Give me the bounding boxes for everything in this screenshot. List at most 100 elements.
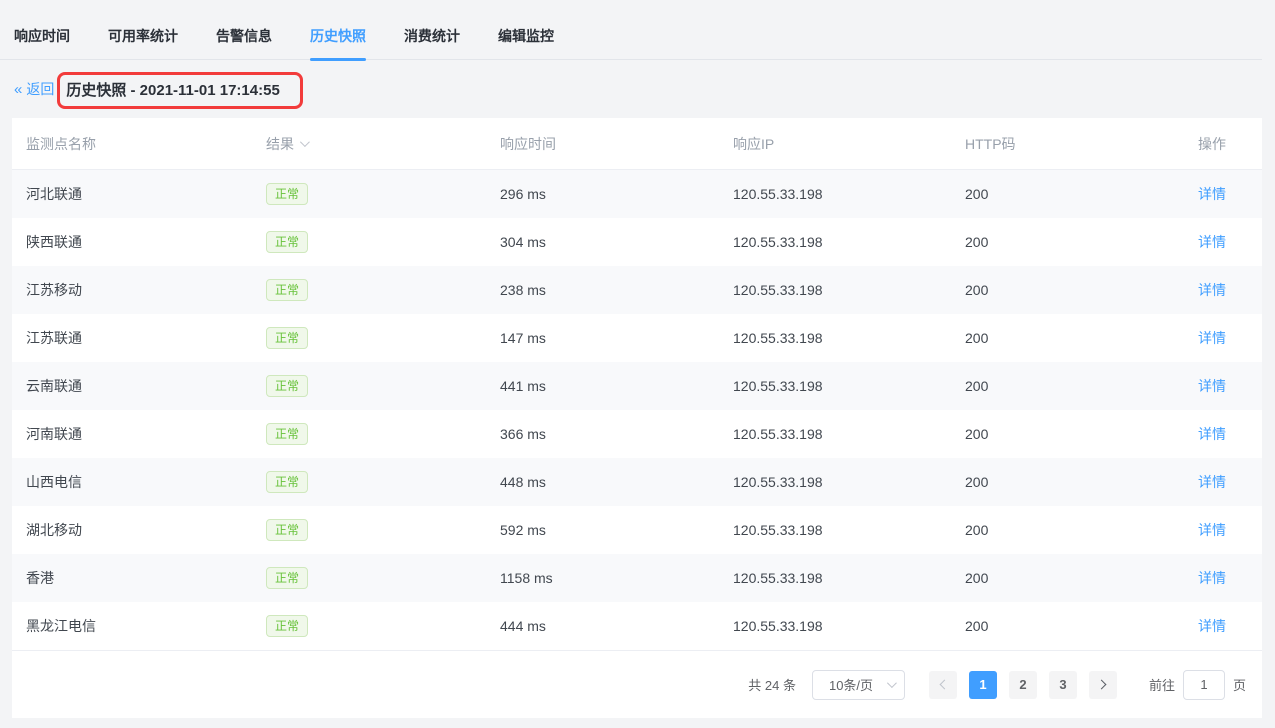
response-time-value: 147 ms [500,330,546,346]
table-row: 江苏移动 正常 238 ms 120.55.33.198 200 详情 [12,266,1262,314]
http-code-value: 200 [965,474,989,490]
status-badge: 正常 [266,423,309,445]
chevron-left-icon [939,679,950,690]
monitor-point-name: 黑龙江电信 [26,618,96,634]
col-header-result-label: 结果 [266,135,294,152]
http-code-value: 200 [965,330,989,346]
response-time-value: 366 ms [500,426,546,442]
page-button-1[interactable]: 1 [968,670,997,699]
double-chevron-left-icon: « [14,80,23,98]
detail-link[interactable]: 详情 [1198,280,1226,300]
response-time-value: 448 ms [500,474,546,490]
table-row: 湖北移动 正常 592 ms 120.55.33.198 200 详情 [12,506,1262,554]
prev-page-button[interactable] [928,670,957,699]
table-row: 河北联通 正常 296 ms 120.55.33.198 200 详情 [12,170,1262,218]
response-ip-value: 120.55.33.198 [733,186,823,202]
table-card: 监测点名称 结果 响应时间 响应IP HTTP码 操作 河北联通 正常 296 … [12,118,1262,718]
status-badge: 正常 [266,327,309,349]
pagination-bar: 共 24 条 10条/页 1 2 3 前往 页 [12,650,1262,718]
detail-link[interactable]: 详情 [1198,424,1226,444]
table-header: 监测点名称 结果 响应时间 响应IP HTTP码 操作 [12,118,1262,170]
http-code-value: 200 [965,234,989,250]
chevron-right-icon [1096,679,1107,690]
response-time-value: 441 ms [500,378,546,394]
sort-caret-icon[interactable] [299,137,310,148]
monitor-point-name: 江苏联通 [26,330,82,346]
table-row: 黑龙江电信 正常 444 ms 120.55.33.198 200 详情 [12,602,1262,650]
response-time-value: 592 ms [500,522,546,538]
table-row: 陕西联通 正常 304 ms 120.55.33.198 200 详情 [12,218,1262,266]
response-ip-value: 120.55.33.198 [733,522,823,538]
tab-availability-stats[interactable]: 可用率统计 [108,26,178,59]
status-badge: 正常 [266,279,309,301]
page-size-value: 10条/页 [828,678,874,693]
monitor-point-name: 香港 [26,570,54,586]
response-ip-value: 120.55.33.198 [733,378,823,394]
status-badge: 正常 [266,615,309,637]
status-badge: 正常 [266,183,309,205]
response-ip-value: 120.55.33.198 [733,234,823,250]
col-header-result[interactable]: 结果 [266,134,500,154]
next-page-button[interactable] [1088,670,1117,699]
http-code-value: 200 [965,186,989,202]
goto-page-input[interactable] [1182,669,1225,700]
response-time-value: 444 ms [500,618,546,634]
page-button-3[interactable]: 3 [1048,670,1077,699]
status-badge: 正常 [266,231,309,253]
detail-link[interactable]: 详情 [1198,568,1226,588]
back-link[interactable]: « 返回 [14,79,54,99]
monitor-point-name: 江苏移动 [26,282,82,298]
tab-consumption-stats[interactable]: 消费统计 [404,26,460,59]
toolbar: « 返回 历史快照 - 2021-11-01 17:14:55 [0,60,1275,118]
table-row: 江苏联通 正常 147 ms 120.55.33.198 200 详情 [12,314,1262,362]
status-badge: 正常 [266,567,309,589]
response-time-value: 238 ms [500,282,546,298]
table-row: 河南联通 正常 366 ms 120.55.33.198 200 详情 [12,410,1262,458]
tab-edit-monitor[interactable]: 编辑监控 [498,26,554,59]
page-size-select[interactable]: 10条/页 [811,669,905,700]
back-label: 返回 [26,81,55,97]
detail-link[interactable]: 详情 [1198,232,1226,252]
pager: 1 2 3 [928,670,1117,699]
chevron-down-icon [886,678,897,689]
detail-link[interactable]: 详情 [1198,616,1226,636]
http-code-value: 200 [965,570,989,586]
detail-link[interactable]: 详情 [1198,184,1226,204]
col-header-response-time: 响应时间 [500,135,556,152]
status-badge: 正常 [266,471,309,493]
http-code-value: 200 [965,426,989,442]
col-header-response-ip: 响应IP [733,135,775,152]
goto-suffix-label: 页 [1232,678,1246,693]
http-code-value: 200 [965,378,989,394]
detail-link[interactable]: 详情 [1198,520,1226,540]
page-title: 历史快照 - 2021-11-01 17:14:55 [66,81,280,99]
response-ip-value: 120.55.33.198 [733,570,823,586]
response-time-value: 1158 ms [500,570,553,586]
detail-link[interactable]: 详情 [1198,328,1226,348]
status-badge: 正常 [266,519,309,541]
col-header-action: 操作 [1198,135,1226,152]
goto-label: 前往 [1148,678,1175,693]
tab-alert-info[interactable]: 告警信息 [216,26,272,59]
col-header-http-code: HTTP码 [965,135,1016,152]
response-time-value: 296 ms [500,186,546,202]
detail-link[interactable]: 详情 [1198,472,1226,492]
monitor-point-name: 山西电信 [26,474,82,490]
detail-link[interactable]: 详情 [1198,376,1226,396]
http-code-value: 200 [965,618,989,634]
tab-history-snapshot[interactable]: 历史快照 [310,26,366,61]
monitor-point-name: 湖北移动 [26,522,82,538]
total-count-label: 共 24 条 [748,678,796,693]
tab-response-time[interactable]: 响应时间 [14,26,70,59]
monitor-point-name: 陕西联通 [26,234,82,250]
monitor-point-name: 河南联通 [26,426,82,442]
table-row: 云南联通 正常 441 ms 120.55.33.198 200 详情 [12,362,1262,410]
response-time-value: 304 ms [500,234,546,250]
page-button-2[interactable]: 2 [1008,670,1037,699]
response-ip-value: 120.55.33.198 [733,474,823,490]
response-ip-value: 120.55.33.198 [733,426,823,442]
monitor-point-name: 河北联通 [26,186,82,202]
response-ip-value: 120.55.33.198 [733,618,823,634]
col-header-monitor-name: 监测点名称 [26,135,96,152]
tab-bar: 响应时间 可用率统计 告警信息 历史快照 消费统计 编辑监控 [0,0,1262,61]
